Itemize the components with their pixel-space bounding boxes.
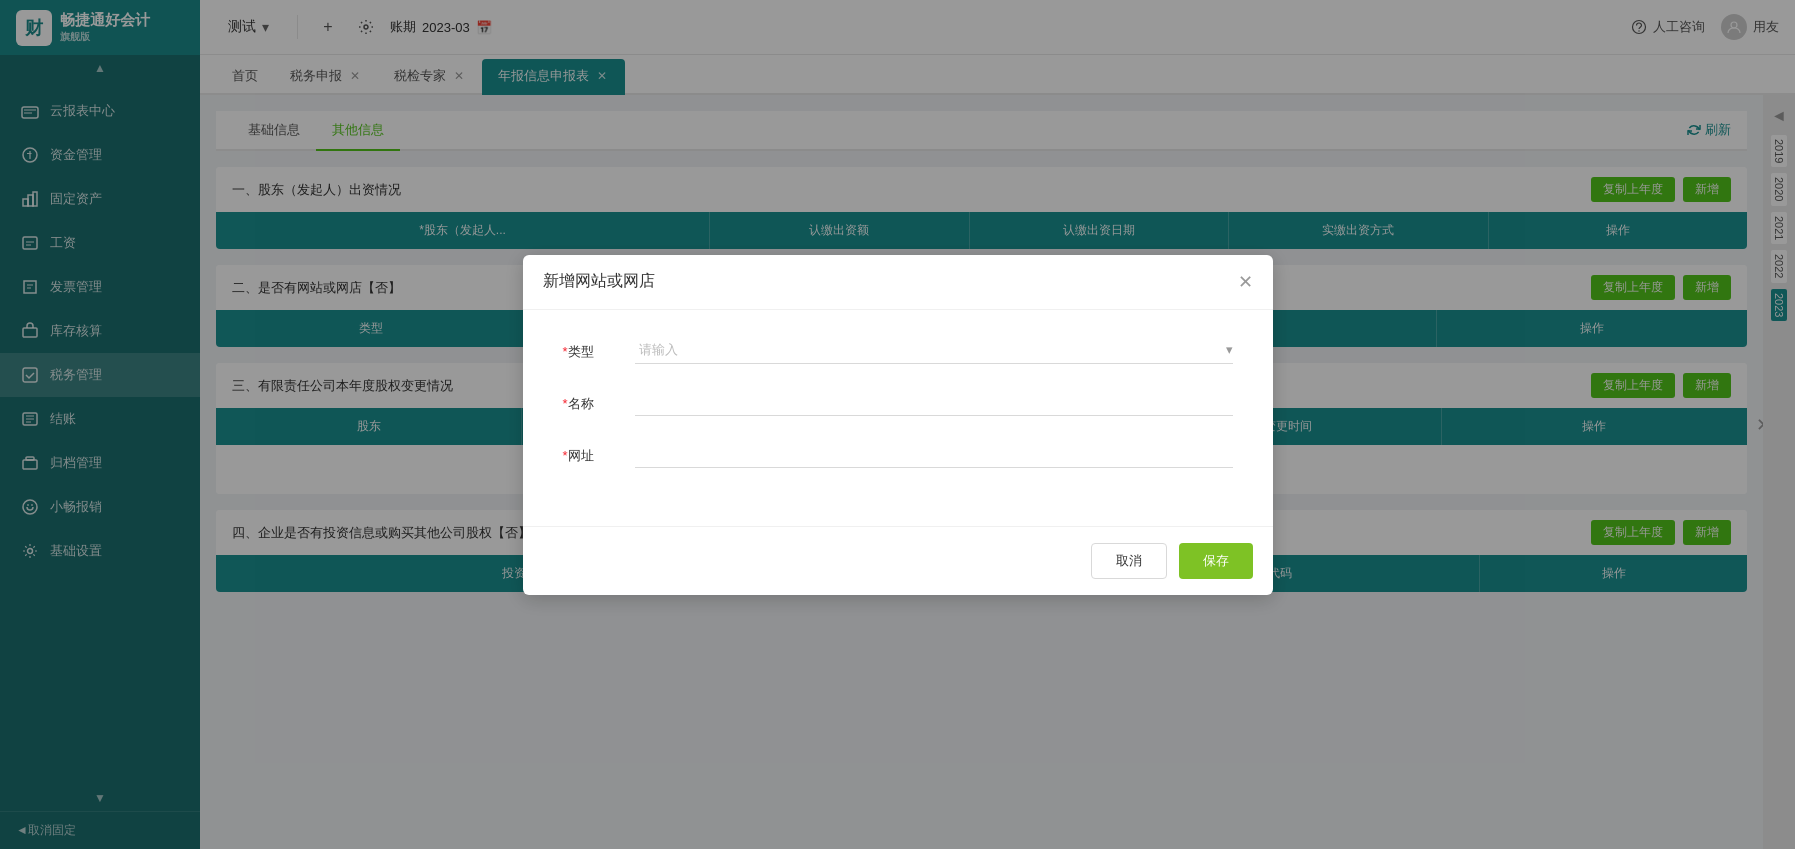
modal-title: 新增网站或网店: [543, 271, 655, 292]
type-label: *类型: [563, 343, 623, 361]
modal-overlay: 新增网站或网店 ✕ *类型 ▾ *名称: [0, 0, 1795, 849]
url-input[interactable]: [635, 444, 1233, 463]
modal-close-btn[interactable]: ✕: [1238, 271, 1253, 293]
url-label-text: 网址: [568, 448, 594, 463]
modal-header: 新增网站或网店 ✕: [523, 255, 1273, 310]
name-label-text: 名称: [568, 396, 594, 411]
modal-footer: 取消 保存: [523, 526, 1273, 595]
cancel-button[interactable]: 取消: [1091, 543, 1167, 579]
form-row-name: *名称: [563, 392, 1233, 416]
type-input-wrap: ▾: [635, 340, 1233, 364]
url-label: *网址: [563, 447, 623, 465]
type-input[interactable]: [635, 340, 1226, 359]
form-row-url: *网址: [563, 444, 1233, 468]
name-input[interactable]: [635, 392, 1233, 411]
name-input-wrap: [635, 392, 1233, 416]
type-dropdown-arrow[interactable]: ▾: [1226, 342, 1233, 357]
modal-body: *类型 ▾ *名称 *网址: [523, 310, 1273, 526]
add-website-modal: 新增网站或网店 ✕ *类型 ▾ *名称: [523, 255, 1273, 595]
url-input-wrap: [635, 444, 1233, 468]
name-label: *名称: [563, 395, 623, 413]
type-label-text: 类型: [568, 344, 594, 359]
save-button[interactable]: 保存: [1179, 543, 1253, 579]
form-row-type: *类型 ▾: [563, 340, 1233, 364]
